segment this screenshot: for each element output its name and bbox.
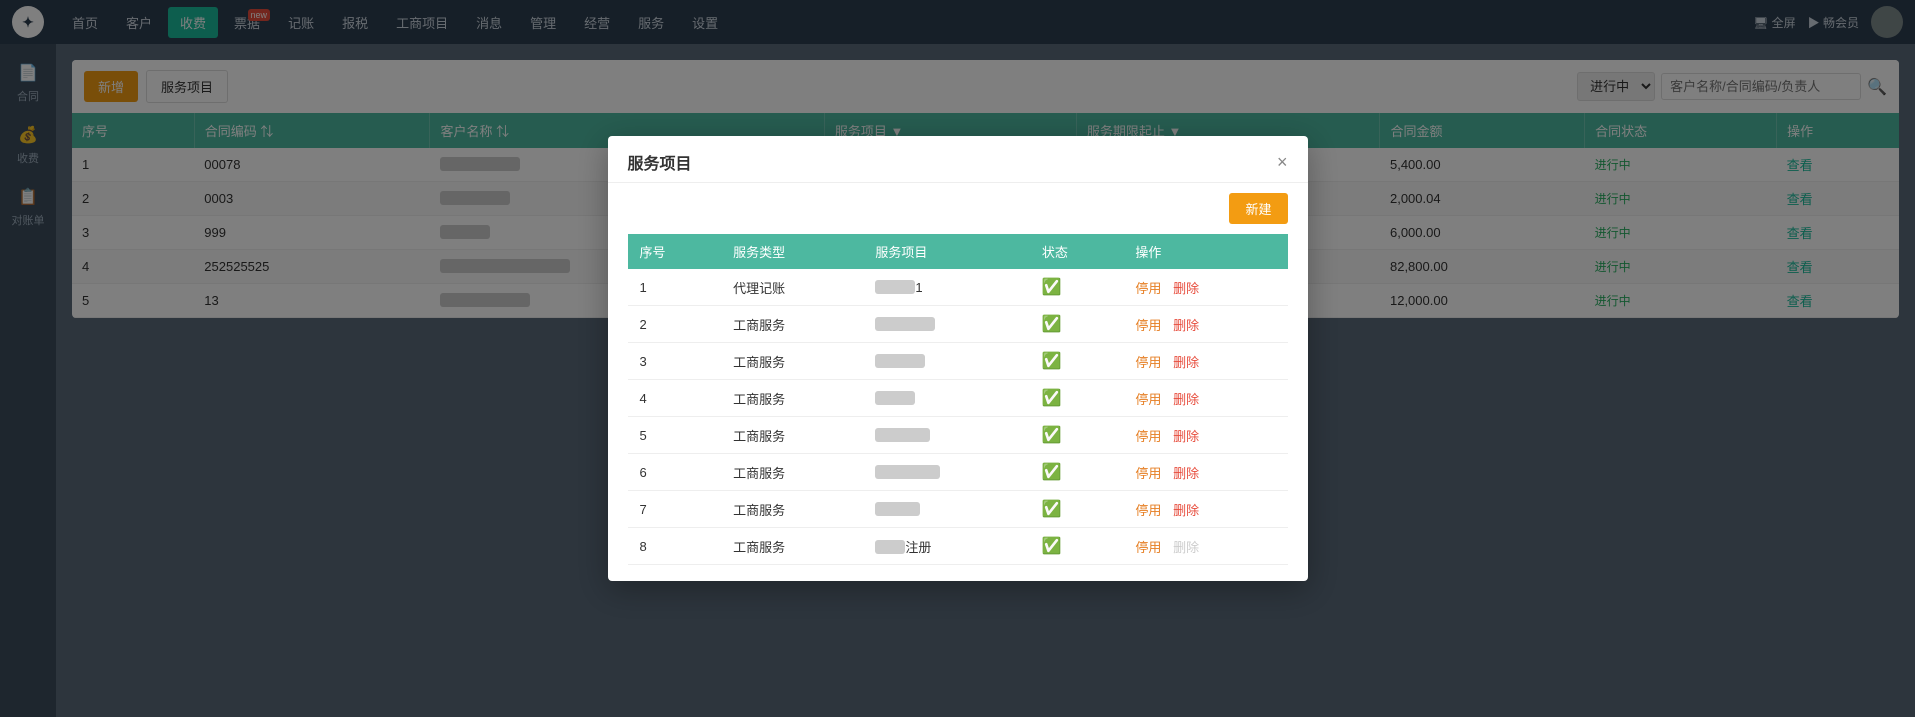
modal-table-row: 1 代理记账 1 ✅ 停用 删除 <box>628 269 1288 306</box>
status-check-icon: ✅ <box>1042 501 1062 518</box>
stop-button[interactable]: 停用 <box>1135 318 1161 333</box>
modal-table-row: 4 工商服务 ✅ 停用 删除 <box>628 380 1288 417</box>
status-check-icon: ✅ <box>1042 427 1062 444</box>
delete-button[interactable]: 删除 <box>1173 392 1199 407</box>
status-check-icon: ✅ <box>1042 316 1062 333</box>
modal-table-row: 7 工商服务 ✅ 停用 删除 <box>628 491 1288 528</box>
delete-button-disabled: 删除 <box>1173 540 1199 555</box>
status-check-icon: ✅ <box>1042 464 1062 481</box>
modal-col-status: 状态 <box>1030 234 1124 269</box>
modal-col-action: 操作 <box>1123 234 1287 269</box>
status-check-icon: ✅ <box>1042 538 1062 555</box>
status-check-icon: ✅ <box>1042 353 1062 370</box>
status-check-icon: ✅ <box>1042 390 1062 407</box>
stop-button[interactable]: 停用 <box>1135 466 1161 481</box>
delete-button[interactable]: 删除 <box>1173 281 1199 296</box>
stop-button[interactable]: 停用 <box>1135 503 1161 518</box>
modal-toolbar: 新建 <box>608 183 1308 234</box>
modal-overlay[interactable]: 服务项目 × 新建 序号 服务类型 服务项目 状态 操作 <box>0 0 1915 717</box>
modal-col-type: 服务类型 <box>721 234 863 269</box>
stop-button[interactable]: 停用 <box>1135 429 1161 444</box>
modal-new-button[interactable]: 新建 <box>1229 193 1287 224</box>
modal-table-row: 2 工商服务 ✅ 停用 删除 <box>628 306 1288 343</box>
modal-title: 服务项目 <box>628 150 692 174</box>
modal-table-row: 6 工商服务 ✅ 停用 删除 <box>628 454 1288 491</box>
stop-button[interactable]: 停用 <box>1135 540 1161 555</box>
modal-close-button[interactable]: × <box>1277 152 1288 173</box>
status-check-icon: ✅ <box>1042 279 1062 296</box>
modal-table-row: 5 工商服务 ✅ 停用 删除 <box>628 417 1288 454</box>
modal-table-row: 3 工商服务 ✅ 停用 删除 <box>628 343 1288 380</box>
delete-button[interactable]: 删除 <box>1173 429 1199 444</box>
service-items-table: 序号 服务类型 服务项目 状态 操作 1 代理记账 1 ✅ 停用 <box>628 234 1288 565</box>
stop-button[interactable]: 停用 <box>1135 281 1161 296</box>
modal-body: 序号 服务类型 服务项目 状态 操作 1 代理记账 1 ✅ 停用 <box>608 234 1308 581</box>
delete-button[interactable]: 删除 <box>1173 503 1199 518</box>
modal-col-item: 服务项目 <box>863 234 1030 269</box>
modal-col-seq: 序号 <box>628 234 722 269</box>
service-items-modal: 服务项目 × 新建 序号 服务类型 服务项目 状态 操作 <box>608 136 1308 581</box>
stop-button[interactable]: 停用 <box>1135 355 1161 370</box>
modal-table-row: 8 工商服务 注册 ✅ 停用 删除 <box>628 528 1288 565</box>
stop-button[interactable]: 停用 <box>1135 392 1161 407</box>
delete-button[interactable]: 删除 <box>1173 466 1199 481</box>
delete-button[interactable]: 删除 <box>1173 355 1199 370</box>
delete-button[interactable]: 删除 <box>1173 318 1199 333</box>
modal-header: 服务项目 × <box>608 136 1308 183</box>
